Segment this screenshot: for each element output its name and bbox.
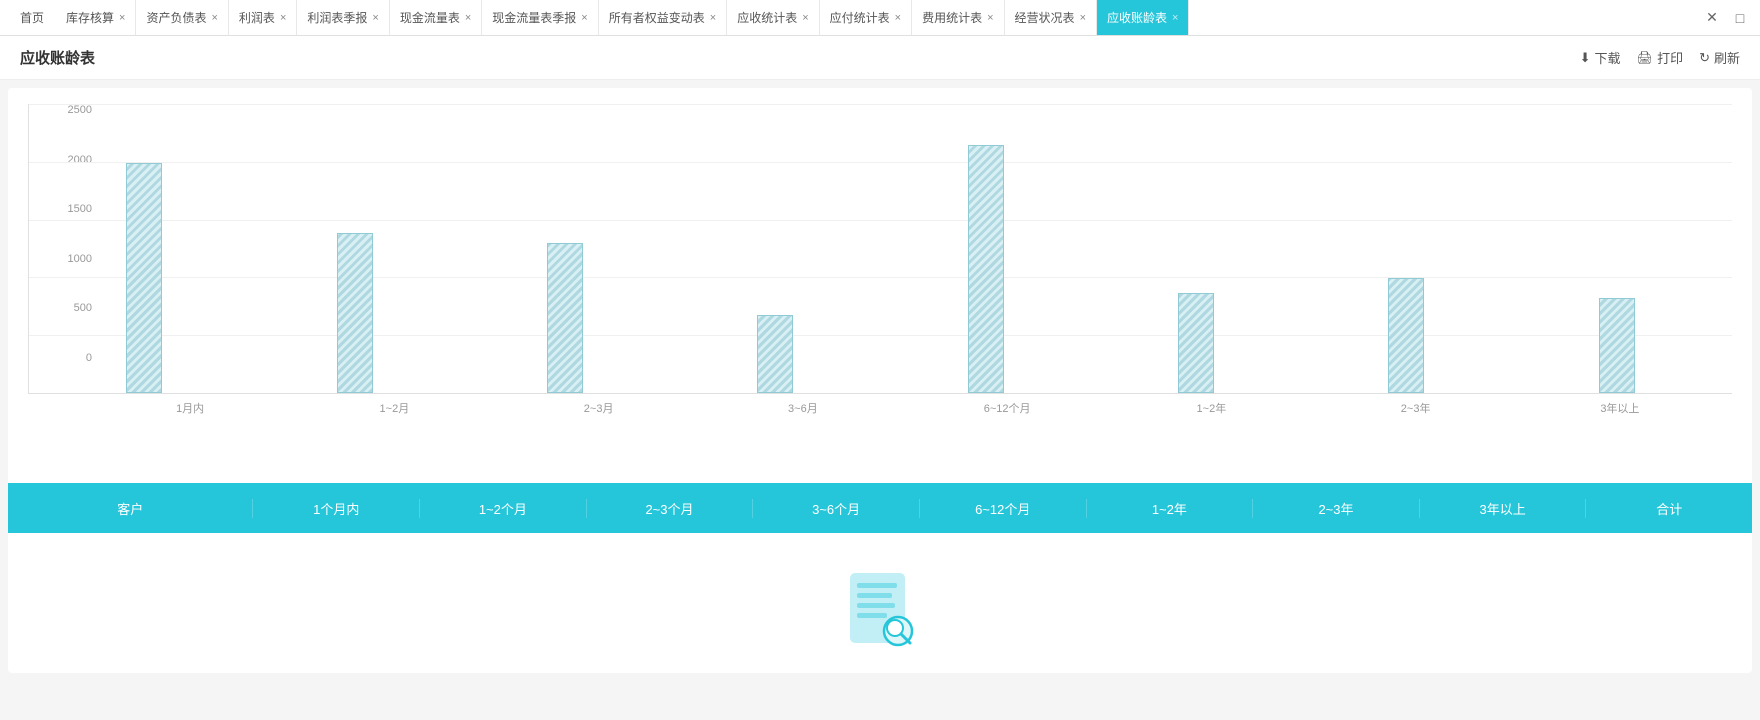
bar-group-4: [757, 315, 793, 393]
th-3-6month: 3~6个月: [753, 499, 920, 518]
x-label-8: 3年以上: [1518, 400, 1722, 416]
table-header: 客户 1个月内 1~2个月 2~3个月 3~6个月 6~12个月 1~2年 2~…: [8, 483, 1752, 533]
refresh-icon: ↻: [1699, 50, 1710, 66]
download-button[interactable]: ⬇ 下载: [1580, 48, 1621, 67]
page-title: 应收账龄表: [20, 47, 95, 68]
tab-receivable-stat[interactable]: 应收统计表 ×: [727, 0, 819, 36]
x-label-2: 1~2月: [292, 400, 496, 416]
close-tab-receivable-stat[interactable]: ×: [802, 12, 808, 24]
close-tab-cashflow[interactable]: ×: [465, 12, 471, 24]
download-icon: ⬇: [1580, 50, 1591, 66]
bar-group-8: [1599, 298, 1635, 393]
close-tab-cashflow-quarter[interactable]: ×: [581, 12, 587, 24]
tab-aging[interactable]: 应收账龄表 ×: [1097, 0, 1189, 36]
page-header: 应收账龄表 ⬇ 下载 🖨 打印 ↻ 刷新: [0, 36, 1760, 80]
close-tab-payable-stat[interactable]: ×: [895, 12, 901, 24]
window-maximize-button[interactable]: □: [1728, 6, 1752, 30]
x-label-1: 1月内: [88, 400, 292, 416]
bar-8: [1599, 298, 1635, 393]
th-1-2month: 1~2个月: [420, 499, 587, 518]
bar-group-5: [968, 145, 1004, 393]
th-1month: 1个月内: [253, 499, 420, 518]
close-tab-equity[interactable]: ×: [710, 12, 716, 24]
bar-group-7: [1388, 278, 1424, 393]
x-label-3: 2~3月: [497, 400, 701, 416]
main-content: 2500 2000 1500 1000 500 0: [8, 88, 1752, 673]
bar-group-1: [126, 163, 162, 393]
close-tab-profit-quarter[interactable]: ×: [372, 12, 378, 24]
bar-5: [968, 145, 1004, 393]
close-tab-balance[interactable]: ×: [211, 12, 217, 24]
tab-profit[interactable]: 利润表 ×: [229, 0, 297, 36]
empty-icon: [830, 563, 930, 663]
bar-4: [757, 315, 793, 393]
close-tab-aging[interactable]: ×: [1172, 12, 1178, 24]
bar-7: [1388, 278, 1424, 393]
chart-area: 2500 2000 1500 1000 500 0: [8, 88, 1752, 483]
x-label-7: 2~3年: [1314, 400, 1518, 416]
bar-6: [1178, 293, 1214, 393]
x-labels: 1月内 1~2月 2~3月 3~6月 6~12个月 1~2年 2~3年 3年以上: [78, 394, 1732, 416]
close-tab-inventory[interactable]: ×: [119, 12, 125, 24]
th-3year-plus: 3年以上: [1420, 499, 1587, 518]
close-tab-operation[interactable]: ×: [1080, 12, 1086, 24]
bar-group-3: [547, 243, 583, 393]
tab-equity[interactable]: 所有者权益变动表 ×: [599, 0, 727, 36]
tab-profit-quarter[interactable]: 利润表季报 ×: [297, 0, 389, 36]
refresh-button[interactable]: ↻ 刷新: [1699, 48, 1740, 67]
bars-row: [29, 104, 1732, 393]
bar-1: [126, 163, 162, 393]
tab-home[interactable]: 首页: [8, 9, 56, 26]
tab-balance[interactable]: 资产负债表 ×: [136, 0, 228, 36]
empty-state: [8, 533, 1752, 673]
x-label-4: 3~6月: [701, 400, 905, 416]
tab-cashflow[interactable]: 现金流量表 ×: [390, 0, 482, 36]
x-label-5: 6~12个月: [905, 400, 1109, 416]
window-close-button[interactable]: ✕: [1700, 6, 1724, 30]
th-2-3month: 2~3个月: [587, 499, 754, 518]
bar-group-2: [337, 233, 373, 393]
close-tab-profit[interactable]: ×: [280, 12, 286, 24]
th-2-3year: 2~3年: [1253, 499, 1420, 518]
bar-2: [337, 233, 373, 393]
tab-payable-stat[interactable]: 应付统计表 ×: [820, 0, 912, 36]
bar-group-6: [1178, 293, 1214, 393]
bar-3: [547, 243, 583, 393]
tab-bar: 首页 库存核算 × 资产负债表 × 利润表 × 利润表季报 × 现金流量表 × …: [0, 0, 1760, 36]
x-label-6: 1~2年: [1109, 400, 1313, 416]
close-tab-expense-stat[interactable]: ×: [987, 12, 993, 24]
tab-expense-stat[interactable]: 费用统计表 ×: [912, 0, 1004, 36]
chart-bars-area: [28, 104, 1732, 394]
th-customer: 客户: [8, 499, 253, 518]
th-6-12month: 6~12个月: [920, 499, 1087, 518]
print-button[interactable]: 🖨 打印: [1637, 48, 1684, 67]
print-icon: 🖨: [1637, 50, 1654, 66]
tab-cashflow-quarter[interactable]: 现金流量表季报 ×: [482, 0, 598, 36]
tab-inventory[interactable]: 库存核算 ×: [56, 0, 136, 36]
window-actions: ✕ □: [1700, 6, 1752, 30]
tab-operation[interactable]: 经营状况表 ×: [1005, 0, 1097, 36]
th-1-2year: 1~2年: [1087, 499, 1254, 518]
header-actions: ⬇ 下载 🖨 打印 ↻ 刷新: [1580, 48, 1740, 67]
th-total: 合计: [1586, 499, 1752, 518]
